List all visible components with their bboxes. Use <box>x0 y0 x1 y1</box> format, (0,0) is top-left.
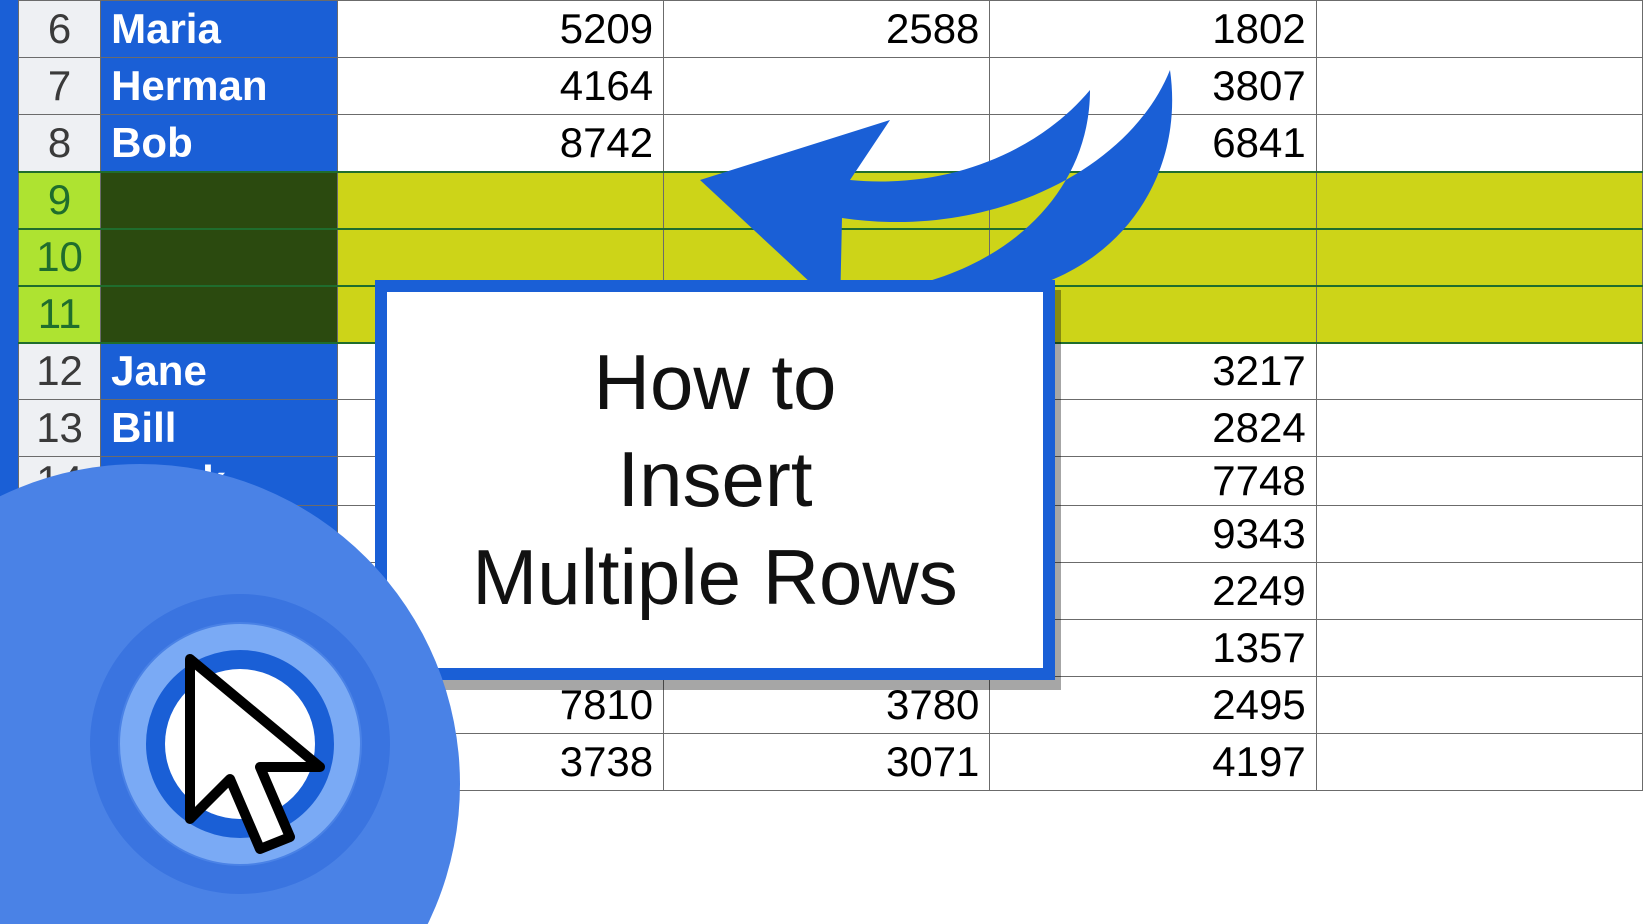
row-header[interactable]: 13 <box>19 400 101 457</box>
value-cell[interactable] <box>1316 734 1642 791</box>
value-cell[interactable]: 4164 <box>337 58 663 115</box>
title-text: How to Insert Multiple Rows <box>472 334 957 627</box>
value-cell[interactable] <box>1316 343 1642 400</box>
value-cell[interactable] <box>664 115 990 172</box>
value-cell[interactable] <box>1316 620 1642 677</box>
value-cell[interactable] <box>1316 563 1642 620</box>
table-row[interactable]: 8Bob8742 6841 <box>19 115 1643 172</box>
row-header[interactable]: 8 <box>19 115 101 172</box>
name-cell[interactable]: Herman <box>101 58 338 115</box>
value-cell[interactable]: 5209 <box>337 1 663 58</box>
value-cell[interactable]: 8742 <box>337 115 663 172</box>
cursor-icon <box>170 649 350 869</box>
value-cell[interactable] <box>664 58 990 115</box>
value-cell[interactable] <box>1316 677 1642 734</box>
value-cell[interactable] <box>990 172 1316 229</box>
table-row[interactable]: 6Maria520925881802 <box>19 1 1643 58</box>
name-cell[interactable] <box>101 229 338 286</box>
row-header[interactable]: 6 <box>19 1 101 58</box>
value-cell[interactable] <box>664 229 990 286</box>
value-cell[interactable] <box>664 172 990 229</box>
value-cell[interactable] <box>1316 229 1642 286</box>
name-cell[interactable] <box>101 172 338 229</box>
value-cell[interactable] <box>1316 286 1642 343</box>
name-cell[interactable]: Bill <box>101 400 338 457</box>
value-cell[interactable]: 3071 <box>664 734 990 791</box>
row-header[interactable]: 9 <box>19 172 101 229</box>
value-cell[interactable] <box>337 229 663 286</box>
value-cell[interactable] <box>1316 506 1642 563</box>
name-cell[interactable]: Maria <box>101 1 338 58</box>
value-cell[interactable] <box>1316 58 1642 115</box>
name-cell[interactable]: Jane <box>101 343 338 400</box>
title-card: How to Insert Multiple Rows <box>375 280 1055 680</box>
table-row[interactable]: 9 <box>19 172 1643 229</box>
value-cell[interactable] <box>1316 115 1642 172</box>
value-cell[interactable] <box>990 229 1316 286</box>
value-cell[interactable]: 2495 <box>990 677 1316 734</box>
name-cell[interactable] <box>101 286 338 343</box>
thumbnail-frame: 6Maria5209258818027Herman416438078Bob874… <box>0 0 1643 924</box>
value-cell[interactable]: 3780 <box>664 677 990 734</box>
value-cell[interactable] <box>1316 172 1642 229</box>
value-cell[interactable] <box>1316 400 1642 457</box>
value-cell[interactable]: 2588 <box>664 1 990 58</box>
value-cell[interactable] <box>1316 457 1642 506</box>
value-cell[interactable] <box>1316 1 1642 58</box>
value-cell[interactable]: 4197 <box>990 734 1316 791</box>
value-cell[interactable]: 6841 <box>990 115 1316 172</box>
value-cell[interactable] <box>337 172 663 229</box>
row-header[interactable]: 11 <box>19 286 101 343</box>
row-header[interactable]: 7 <box>19 58 101 115</box>
row-header[interactable]: 10 <box>19 229 101 286</box>
row-header[interactable]: 12 <box>19 343 101 400</box>
value-cell[interactable]: 3807 <box>990 58 1316 115</box>
table-row[interactable]: 7Herman4164 3807 <box>19 58 1643 115</box>
value-cell[interactable]: 1802 <box>990 1 1316 58</box>
table-row[interactable]: 10 <box>19 229 1643 286</box>
name-cell[interactable]: Bob <box>101 115 338 172</box>
